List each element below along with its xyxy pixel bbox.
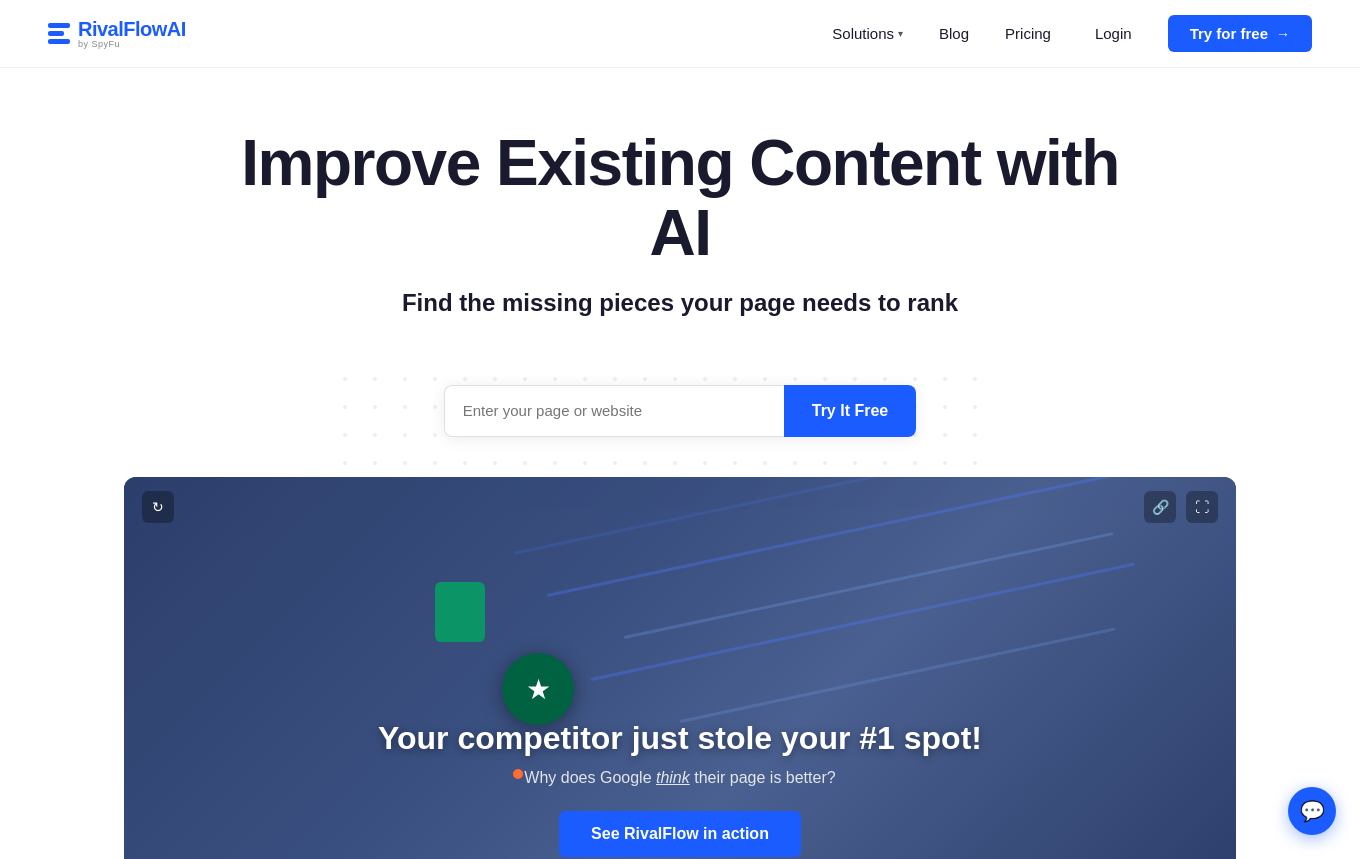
main-nav: Solutions ▾ Blog Pricing Login Try for f… [832,15,1312,52]
grid-dot [823,461,827,465]
grid-dot [943,461,947,465]
grid-dot [613,377,617,381]
grid-dot [973,405,977,409]
grid-dot [703,377,707,381]
grid-dot [343,377,347,381]
grid-dot [913,377,917,381]
expand-icon: ⛶ [1195,499,1209,515]
grid-dot [793,461,797,465]
grid-dot [913,461,917,465]
toolbar-right: 🔗 ⛶ [1144,491,1218,523]
demo-link-button[interactable]: 🔗 [1144,491,1176,523]
logo-bar-3 [48,39,70,44]
grid-dot [433,377,437,381]
grid-dot [433,405,437,409]
grid-dot [703,461,707,465]
chevron-down-icon: ▾ [898,28,903,39]
hero-section: Improve Existing Content with AI Find th… [0,68,1360,477]
see-rivalflow-button[interactable]: See RivalFlow in action [559,811,801,857]
nav-pricing[interactable]: Pricing [1005,25,1051,42]
arrow-right-icon: → [1276,26,1290,42]
grid-dot [643,377,647,381]
grid-dot [793,377,797,381]
demo-text-block: Your competitor just stole your #1 spot!… [378,720,982,857]
grid-dot [973,461,977,465]
hero-title: Improve Existing Content with AI [230,128,1130,269]
chat-icon: 💬 [1300,799,1325,823]
grid-dot [613,461,617,465]
grid-dot [463,461,467,465]
grid-dot [943,377,947,381]
logo-bar-1 [48,23,70,28]
grid-dot [853,461,857,465]
logo-text: RivalFlowAI by SpyFu [78,19,186,49]
search-bar: Try It Free [444,385,916,437]
try-it-free-button[interactable]: Try It Free [784,385,916,437]
demo-subtext: Why does Google think their page is bett… [378,769,982,787]
grid-dot [523,377,527,381]
grid-dot [403,433,407,437]
demo-toolbar: ↻ 🔗 ⛶ [124,477,1236,537]
search-input[interactable] [444,385,784,437]
nav-blog[interactable]: Blog [939,25,969,42]
nav-login[interactable]: Login [1095,25,1132,42]
logo-icon [48,23,70,44]
grid-dot [883,377,887,381]
grid-dot [943,405,947,409]
demo-card: ↻ 🔗 ⛶ [124,477,1236,859]
demo-section: ↻ 🔗 ⛶ [104,477,1256,859]
logo-main-text: RivalFlowAI [78,19,186,39]
search-section: // Render dots via JS inline const grid … [20,365,1340,477]
refresh-icon: ↻ [152,499,164,515]
link-icon: 🔗 [1152,499,1169,515]
grid-dot [403,377,407,381]
grid-dot [673,377,677,381]
grid-dot [763,377,767,381]
grid-dot [643,461,647,465]
grid-dot [343,433,347,437]
grid-dot [373,461,377,465]
grid-dot [823,377,827,381]
logo-bar-2 [48,31,64,36]
grid-dot [433,433,437,437]
grid-dot [433,461,437,465]
chat-bubble-button[interactable]: 💬 [1288,787,1336,835]
logo[interactable]: RivalFlowAI by SpyFu [48,19,186,49]
grid-dot [583,377,587,381]
grid-dot [973,377,977,381]
grid-dot [493,461,497,465]
grid-dot [373,377,377,381]
grid-dot [463,377,467,381]
nav-solutions[interactable]: Solutions ▾ [832,25,903,42]
grid-dot [553,377,557,381]
grid-dot [733,461,737,465]
logo-sub-text: by SpyFu [78,40,186,49]
grid-dot [583,461,587,465]
demo-expand-button[interactable]: ⛶ [1186,491,1218,523]
grid-dot [853,377,857,381]
grid-dot [373,405,377,409]
grid-dot [763,461,767,465]
demo-refresh-button[interactable]: ↻ [142,491,174,523]
grid-dot [523,461,527,465]
grid-dot [373,433,377,437]
grid-dot [403,405,407,409]
grid-dot [883,461,887,465]
grid-dot [493,377,497,381]
grid-dot [553,461,557,465]
grid-dot [403,461,407,465]
think-italic: think [656,769,690,786]
grid-dot [673,461,677,465]
site-header: RivalFlowAI by SpyFu Solutions ▾ Blog Pr… [0,0,1360,68]
grid-dot [733,377,737,381]
demo-headline: Your competitor just stole your #1 spot! [378,720,982,757]
nav-try-free-button[interactable]: Try for free → [1168,15,1312,52]
hero-subtitle: Find the missing pieces your page needs … [20,289,1340,317]
grid-dot [343,405,347,409]
grid-dot [973,433,977,437]
grid-dot [343,461,347,465]
grid-dot [943,433,947,437]
